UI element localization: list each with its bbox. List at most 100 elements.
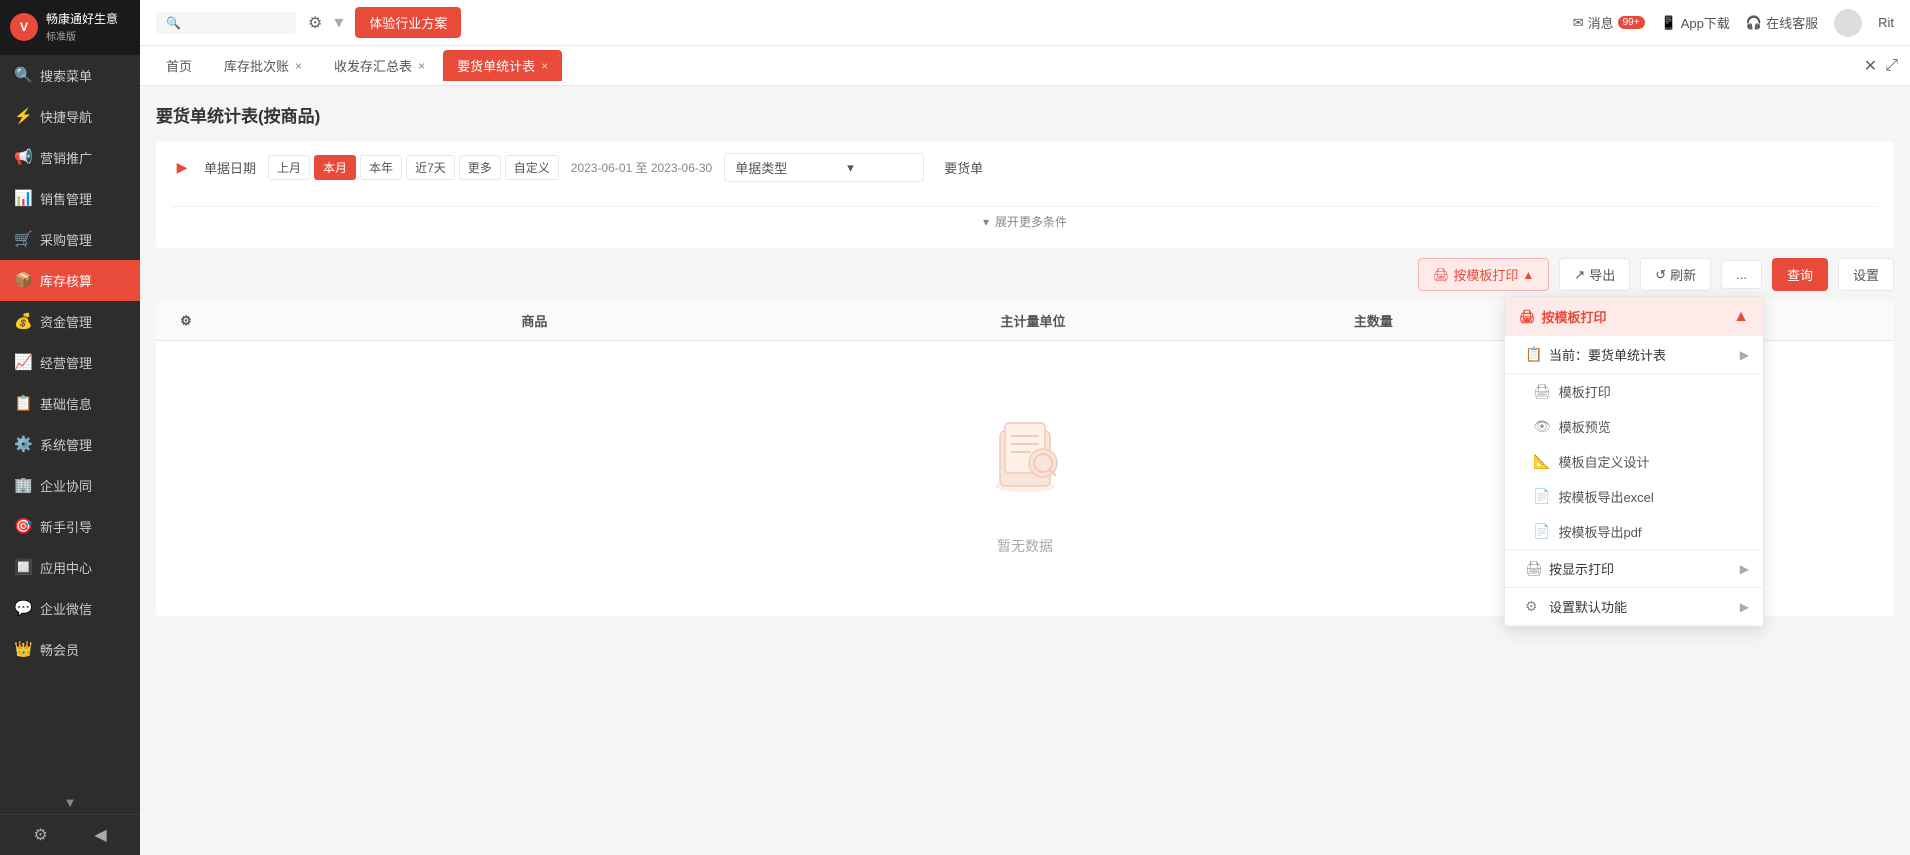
expand-more-row: ▾ 展开更多条件 xyxy=(172,194,1878,236)
topbar: 🔍 ⚙ ▾ 体验行业方案 ✉ 消息 99+ 📱 App下载 🎧 在线客服 Rit xyxy=(140,0,1910,46)
dropdown-title: 按模板打印 xyxy=(1542,307,1607,326)
template-print-item-label: 模板打印 xyxy=(1559,382,1611,401)
tab-close-icon[interactable]: × xyxy=(295,59,302,73)
print-icon: 🖨 xyxy=(1433,267,1450,283)
maximize-btn[interactable]: ⤢ xyxy=(1885,57,1898,75)
dropdown-export-pdf[interactable]: 📄 按模板导出pdf xyxy=(1505,514,1763,549)
export-btn[interactable]: ↗ 导出 xyxy=(1559,258,1630,291)
quicknav-icon: ⚡ xyxy=(14,107,32,125)
dropdown-close-btn[interactable]: ▲ xyxy=(1733,308,1749,326)
th-gear[interactable]: ⚙ xyxy=(166,303,206,339)
collapse-icon[interactable]: ◀ xyxy=(94,825,106,845)
sidebar-item-quick-nav[interactable]: ⚡ 快捷导航 xyxy=(0,96,140,137)
refresh-icon: ↺ xyxy=(1655,267,1666,283)
display-print-label: 按显示打印 xyxy=(1549,559,1614,578)
export-excel-label: 按模板导出excel xyxy=(1558,487,1653,506)
tab-label: 要货单统计表 xyxy=(457,56,535,75)
tab-receipt-summary[interactable]: 收发存汇总表 × xyxy=(320,50,439,81)
more-options-btn[interactable]: ... xyxy=(1721,260,1762,289)
online-service-btn[interactable]: 🎧 在线客服 xyxy=(1746,13,1818,32)
sidebar-item-search[interactable]: 🔍 搜索菜单 xyxy=(0,55,140,96)
purchase-icon: 🛒 xyxy=(14,230,32,248)
empty-illustration xyxy=(975,401,1075,520)
th-quantity: 主数量 xyxy=(1203,301,1543,340)
tab-close-icon[interactable]: × xyxy=(541,59,548,73)
dropdown-display-print[interactable]: 🖨 按显示打印 ▶ xyxy=(1505,550,1763,587)
chevron-up-icon: ▲ xyxy=(1522,268,1534,282)
sidebar-item-label: 资金管理 xyxy=(40,312,92,331)
settings-btn[interactable]: 设置 xyxy=(1838,258,1894,291)
sidebar-item-marketing[interactable]: 📢 营销推广 xyxy=(0,137,140,178)
sidebar-item-purchase[interactable]: 🛒 采购管理 xyxy=(0,219,140,260)
avatar xyxy=(1834,9,1862,37)
message-icon: ✉ xyxy=(1573,15,1584,31)
dropdown-template-design[interactable]: 📐 模板自定义设计 xyxy=(1505,444,1763,479)
message-label: 消息 xyxy=(1588,13,1614,32)
sidebar-item-enterprise[interactable]: 🏢 企业协同 xyxy=(0,465,140,506)
topbar-search[interactable]: 🔍 xyxy=(156,12,296,34)
close-all-tabs-btn[interactable]: ✕ xyxy=(1864,56,1877,76)
query-btn[interactable]: 查询 xyxy=(1772,258,1828,291)
operation-icon: 📈 xyxy=(14,353,32,371)
app-center-icon: 🔲 xyxy=(14,558,32,576)
date-btn-more[interactable]: 更多 xyxy=(459,155,501,180)
sidebar-item-basic[interactable]: 📋 基础信息 xyxy=(0,383,140,424)
dropdown-export-excel[interactable]: 📄 按模板导出excel xyxy=(1505,479,1763,514)
date-btn-custom[interactable]: 自定义 xyxy=(505,155,559,180)
sidebar-item-wechat[interactable]: 💬 企业微信 xyxy=(0,588,140,629)
date-btn-7days[interactable]: 近7天 xyxy=(406,155,455,180)
dropdown-template-preview[interactable]: 👁 模板预览 xyxy=(1505,409,1763,444)
sidebar-item-app-center[interactable]: 🔲 应用中心 xyxy=(0,547,140,588)
refresh-btn[interactable]: ↺ 刷新 xyxy=(1640,258,1711,291)
sidebar-item-member[interactable]: 👑 畅会员 xyxy=(0,629,140,670)
message-btn[interactable]: ✉ 消息 99+ xyxy=(1573,13,1645,32)
sidebar-item-sales[interactable]: 📊 销售管理 xyxy=(0,178,140,219)
sidebar-item-finance[interactable]: 💰 资金管理 xyxy=(0,301,140,342)
excel-icon: 📄 xyxy=(1533,488,1550,505)
template-print-btn[interactable]: 🖨 按模板打印 ▲ xyxy=(1418,258,1549,291)
sidebar-item-inventory[interactable]: 📦 库存核算 xyxy=(0,260,140,301)
design-icon: 📐 xyxy=(1533,453,1550,470)
current-icon: 📋 xyxy=(1525,346,1541,363)
th-product: 商品 xyxy=(206,301,863,340)
app-download-label: App下载 xyxy=(1681,13,1730,32)
tab-order-stat[interactable]: 要货单统计表 × xyxy=(443,50,562,81)
dropdown-set-default[interactable]: ⚙ 设置默认功能 ▶ xyxy=(1505,588,1763,625)
gear-icon[interactable]: ⚙ xyxy=(308,13,322,33)
sidebar-item-guide[interactable]: 🎯 新手引导 xyxy=(0,506,140,547)
extra-label: 要货单 xyxy=(944,158,983,177)
date-btn-last-month[interactable]: 上月 xyxy=(268,155,310,180)
chevron-down-icon: ▾ xyxy=(983,215,989,229)
tab-close-icon[interactable]: × xyxy=(418,59,425,73)
current-label: 当前：要货单统计表 xyxy=(1549,345,1666,364)
tab-home[interactable]: 首页 xyxy=(152,50,206,81)
dropdown-current-item[interactable]: 📋 当前：要货单统计表 ▶ xyxy=(1505,336,1763,373)
tab-batch-account[interactable]: 库存批次账 × xyxy=(210,50,316,81)
tab-label: 库存批次账 xyxy=(224,56,289,75)
th-unit: 主计量单位 xyxy=(863,301,1203,340)
industry-btn[interactable]: 体验行业方案 xyxy=(355,7,461,38)
chevron-right-icon: ▶ xyxy=(1740,562,1749,576)
app-download-btn[interactable]: 📱 App下载 xyxy=(1661,13,1730,32)
export-pdf-label: 按模板导出pdf xyxy=(1558,522,1641,541)
date-btn-this-month[interactable]: 本月 xyxy=(314,155,356,180)
settings-icon[interactable]: ⚙ xyxy=(33,825,47,845)
enterprise-icon: 🏢 xyxy=(14,476,32,494)
template-preview-label: 模板预览 xyxy=(1559,417,1611,436)
topbar-dropdown-arrow[interactable]: ▾ xyxy=(334,12,343,33)
filter-toggle-btn[interactable]: ▶ xyxy=(172,158,192,178)
dropdown-template-print[interactable]: 🖨 模板打印 xyxy=(1505,374,1763,409)
set-default-label: 设置默认功能 xyxy=(1549,597,1627,616)
sidebar-item-operation[interactable]: 📈 经营管理 xyxy=(0,342,140,383)
expand-more-btn[interactable]: ▾ 展开更多条件 xyxy=(172,206,1878,236)
sidebar-scroll-down[interactable]: ▼ xyxy=(0,791,140,814)
date-buttons: 上月 本月 本年 近7天 更多 自定义 xyxy=(268,155,559,180)
tabs-bar: 首页 库存批次账 × 收发存汇总表 × 要货单统计表 × ✕ ⤢ xyxy=(140,46,1910,86)
date-btn-this-year[interactable]: 本年 xyxy=(360,155,402,180)
extra-filter-group: 要货单 xyxy=(944,158,983,177)
app-download-icon: 📱 xyxy=(1661,15,1677,31)
sidebar-item-system[interactable]: ⚙️ 系统管理 xyxy=(0,424,140,465)
type-select[interactable]: 单据类型 ▾ xyxy=(724,153,924,182)
app-logo: V 畅康通好生意 标准版 xyxy=(0,0,140,55)
action-row: 🖨 按模板打印 ▲ ↗ 导出 ↺ 刷新 ... 查询 设置 🖨 xyxy=(156,258,1894,291)
